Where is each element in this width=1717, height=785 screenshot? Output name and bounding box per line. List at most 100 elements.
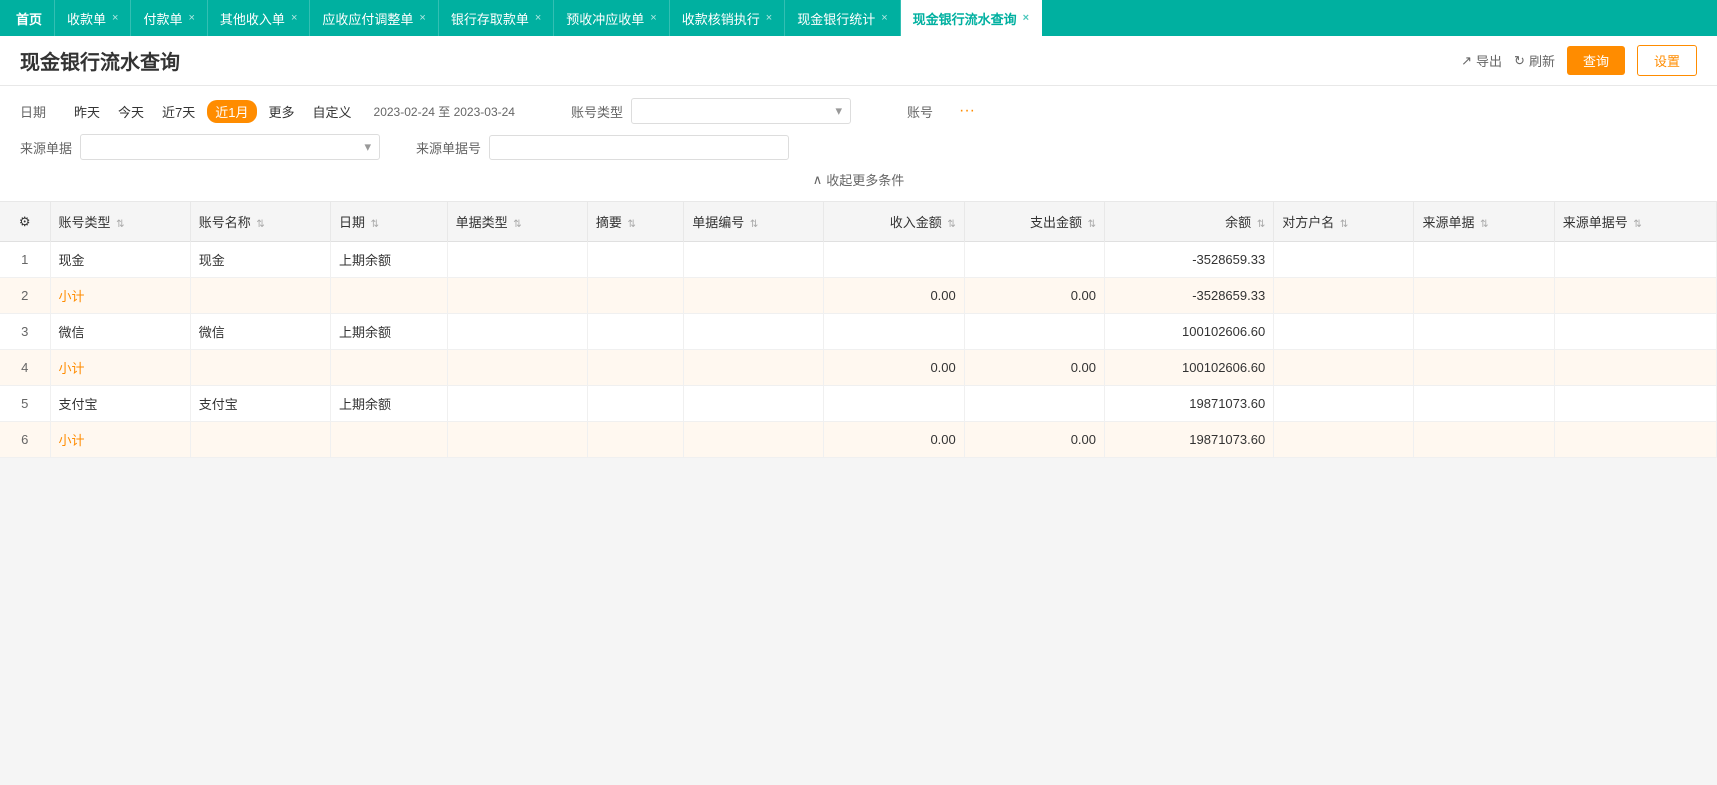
date-cell bbox=[331, 350, 448, 386]
sort-expense-icon: ⇅ bbox=[1088, 219, 1096, 230]
nav-adjustment[interactable]: 应收应付调整单 × bbox=[310, 0, 438, 36]
source-doc-no-input[interactable] bbox=[489, 135, 789, 160]
source-doc-cell bbox=[1414, 422, 1554, 458]
close-other-income-icon[interactable]: × bbox=[291, 12, 297, 24]
doc-no-cell bbox=[684, 386, 824, 422]
doc-no-cell bbox=[684, 242, 824, 278]
sort-doc-type-icon: ⇅ bbox=[513, 219, 521, 230]
close-adjustment-icon[interactable]: × bbox=[419, 12, 425, 24]
col-date[interactable]: 日期 ⇅ bbox=[331, 202, 448, 242]
table-row: 5支付宝支付宝上期余额19871073.60 bbox=[0, 386, 1717, 422]
sort-account-name-icon: ⇅ bbox=[256, 219, 264, 230]
close-receipt-icon[interactable]: × bbox=[112, 12, 118, 24]
date-more[interactable]: 更多 bbox=[263, 100, 301, 123]
expense-cell: 0.00 bbox=[964, 278, 1104, 314]
counterparty-cell bbox=[1274, 422, 1414, 458]
date-today[interactable]: 今天 bbox=[112, 100, 150, 123]
nav-prepaid[interactable]: 预收冲应收单 × bbox=[554, 0, 669, 36]
top-nav: 首页 收款单 × 付款单 × 其他收入单 × 应收应付调整单 × 银行存取款单 … bbox=[0, 0, 1717, 36]
col-summary[interactable]: 摘要 ⇅ bbox=[587, 202, 683, 242]
account-name-cell: 微信 bbox=[190, 314, 330, 350]
source-doc-no-cell bbox=[1554, 314, 1716, 350]
col-account-name[interactable]: 账号名称 ⇅ bbox=[190, 202, 330, 242]
query-button[interactable]: 查询 bbox=[1567, 46, 1625, 75]
account-name-cell bbox=[190, 278, 330, 314]
col-source-doc[interactable]: 来源单据 ⇅ bbox=[1414, 202, 1554, 242]
refresh-button[interactable]: ↻ 刷新 bbox=[1514, 51, 1555, 70]
doc-no-cell bbox=[684, 422, 824, 458]
date-custom[interactable]: 自定义 bbox=[307, 100, 358, 123]
source-doc-cell bbox=[1414, 350, 1554, 386]
col-settings[interactable]: ⚙ bbox=[0, 202, 50, 242]
sort-summary-icon: ⇅ bbox=[628, 219, 636, 230]
nav-receipt[interactable]: 收款单 × bbox=[55, 0, 131, 36]
table-row: 4小计0.000.00100102606.60 bbox=[0, 350, 1717, 386]
sort-date-icon: ⇅ bbox=[371, 219, 379, 230]
income-cell: 0.00 bbox=[824, 350, 964, 386]
account-name-cell bbox=[190, 422, 330, 458]
close-cashflow-icon[interactable]: × bbox=[1023, 12, 1029, 24]
table-row: 6小计0.000.0019871073.60 bbox=[0, 422, 1717, 458]
row-num: 5 bbox=[0, 386, 50, 422]
source-doc-no-group: 来源单据号 bbox=[416, 135, 789, 160]
col-counterparty[interactable]: 对方户名 ⇅ bbox=[1274, 202, 1414, 242]
row-num: 1 bbox=[0, 242, 50, 278]
col-expense[interactable]: 支出金额 ⇅ bbox=[964, 202, 1104, 242]
nav-home[interactable]: 首页 bbox=[4, 0, 55, 36]
sort-doc-no-icon: ⇅ bbox=[750, 219, 758, 230]
col-doc-no[interactable]: 单据编号 ⇅ bbox=[684, 202, 824, 242]
col-income[interactable]: 收入金额 ⇅ bbox=[824, 202, 964, 242]
date-cell bbox=[331, 278, 448, 314]
date-range: 2023-02-24 至 2023-03-24 bbox=[374, 103, 515, 120]
close-writeoff-icon[interactable]: × bbox=[766, 12, 772, 24]
sort-source-doc-icon: ⇅ bbox=[1480, 219, 1488, 230]
col-doc-type[interactable]: 单据类型 ⇅ bbox=[447, 202, 587, 242]
close-payment-icon[interactable]: × bbox=[188, 12, 194, 24]
nav-payment[interactable]: 付款单 × bbox=[131, 0, 207, 36]
export-button[interactable]: ↗ 导出 bbox=[1461, 51, 1502, 70]
balance-cell: 19871073.60 bbox=[1105, 422, 1274, 458]
table-container: ⚙ 账号类型 ⇅ 账号名称 ⇅ 日期 ⇅ 单据类型 ⇅ bbox=[0, 202, 1717, 458]
nav-cashflow[interactable]: 现金银行流水查询 × bbox=[901, 0, 1042, 36]
summary-cell bbox=[587, 350, 683, 386]
expense-cell bbox=[964, 242, 1104, 278]
close-bank-deposit-icon[interactable]: × bbox=[535, 12, 541, 24]
date-cell: 上期余额 bbox=[331, 242, 448, 278]
source-doc-group: 来源单据 ▾ bbox=[20, 134, 380, 160]
nav-bank-deposit[interactable]: 银行存取款单 × bbox=[439, 0, 554, 36]
filter-area: 日期 昨天 今天 近7天 近1月 更多 自定义 2023-02-24 至 202… bbox=[0, 86, 1717, 202]
col-source-doc-no[interactable]: 来源单据号 ⇅ bbox=[1554, 202, 1716, 242]
collapse-section: ∧ 收起更多条件 bbox=[20, 170, 1697, 189]
source-doc-no-cell bbox=[1554, 422, 1716, 458]
date-cell: 上期余额 bbox=[331, 386, 448, 422]
nav-other-income[interactable]: 其他收入单 × bbox=[208, 0, 310, 36]
collapse-button[interactable]: ∧ 收起更多条件 bbox=[20, 170, 1697, 189]
doc-type-cell bbox=[447, 242, 587, 278]
account-type-select[interactable]: ▾ bbox=[631, 98, 851, 124]
account-type-chevron-icon: ▾ bbox=[835, 103, 842, 119]
date-cell bbox=[331, 422, 448, 458]
nav-statistics[interactable]: 现金银行统计 × bbox=[785, 0, 900, 36]
source-doc-cell bbox=[1414, 278, 1554, 314]
source-doc-no-cell bbox=[1554, 242, 1716, 278]
source-doc-no-label: 来源单据号 bbox=[416, 138, 481, 157]
col-account-type[interactable]: 账号类型 ⇅ bbox=[50, 202, 190, 242]
doc-no-cell bbox=[684, 350, 824, 386]
account-dots-button[interactable]: ··· bbox=[955, 102, 979, 120]
date-yesterday[interactable]: 昨天 bbox=[68, 100, 106, 123]
balance-cell: -3528659.33 bbox=[1105, 278, 1274, 314]
settings-button[interactable]: 设置 bbox=[1637, 45, 1697, 76]
close-statistics-icon[interactable]: × bbox=[881, 12, 887, 24]
source-doc-select[interactable]: ▾ bbox=[80, 134, 380, 160]
col-balance[interactable]: 余额 ⇅ bbox=[1105, 202, 1274, 242]
nav-writeoff[interactable]: 收款核销执行 × bbox=[670, 0, 785, 36]
settings-gear-icon[interactable]: ⚙ bbox=[19, 214, 31, 229]
date-7days[interactable]: 近7天 bbox=[156, 100, 201, 123]
source-doc-no-cell bbox=[1554, 278, 1716, 314]
header-actions: ↗ 导出 ↻ 刷新 查询 设置 bbox=[1461, 45, 1697, 76]
date-1month[interactable]: 近1月 bbox=[207, 100, 256, 123]
account-name-cell: 支付宝 bbox=[190, 386, 330, 422]
filter-row-1: 日期 昨天 今天 近7天 近1月 更多 自定义 2023-02-24 至 202… bbox=[20, 98, 1697, 124]
data-table: ⚙ 账号类型 ⇅ 账号名称 ⇅ 日期 ⇅ 单据类型 ⇅ bbox=[0, 202, 1717, 458]
close-prepaid-icon[interactable]: × bbox=[650, 12, 656, 24]
